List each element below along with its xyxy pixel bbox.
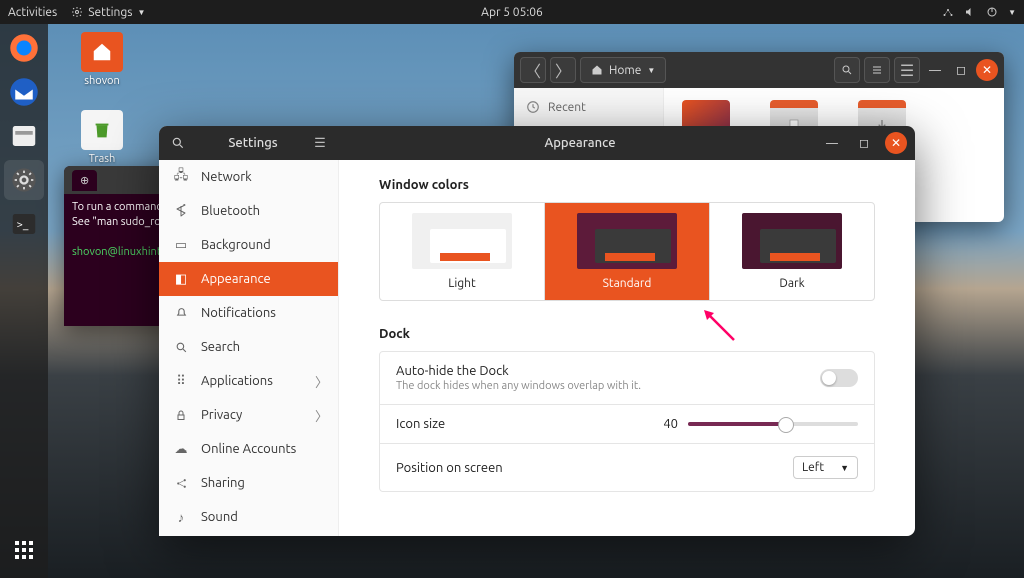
chevron-right-icon: 〉 (315, 372, 328, 391)
row-autohide: Auto-hide the Dock The dock hides when a… (379, 351, 875, 405)
section-window-colors: Window colors (379, 178, 875, 192)
search-button[interactable] (834, 57, 860, 83)
list-icon (871, 64, 883, 76)
dock-show-apps[interactable] (4, 530, 44, 570)
settings-window[interactable]: Settings ☰ Appearance — ◻ ✕ 🖧Network Blu… (159, 126, 915, 536)
row-iconsize: Icon size 40 (379, 405, 875, 444)
sidebar-item-bluetooth[interactable]: Bluetooth (159, 194, 338, 228)
search-icon (173, 339, 189, 355)
sidebar-item-applications[interactable]: ⠿Applications〉 (159, 364, 338, 398)
apps-icon: ⠿ (173, 373, 189, 389)
home-icon (91, 41, 113, 63)
section-dock: Dock (379, 327, 875, 341)
back-button[interactable]: 〈 (520, 57, 546, 83)
dock-firefox[interactable] (4, 28, 44, 68)
clock-icon (526, 100, 540, 114)
position-select[interactable]: Left ▼ (793, 456, 858, 479)
forward-button[interactable]: 〉 (550, 57, 576, 83)
theme-standard[interactable]: Standard (545, 203, 710, 300)
network-icon: 🖧 (173, 169, 189, 185)
search-icon (841, 64, 853, 76)
sidebar-item-notifications[interactable]: Notifications (159, 296, 338, 330)
close-button[interactable]: ✕ (976, 59, 998, 81)
settings-titlebar: Settings ☰ Appearance — ◻ ✕ (159, 126, 915, 160)
desktop-trash[interactable]: Trash (72, 110, 132, 165)
settings-hamburger[interactable]: ☰ (307, 130, 333, 156)
terminal-tab[interactable]: ⊕ (72, 170, 97, 191)
view-menu-button[interactable]: ☰ (894, 57, 920, 83)
sidebar-item-network[interactable]: 🖧Network (159, 160, 338, 194)
background-icon: ▭ (173, 237, 189, 253)
sidebar-item-background[interactable]: ▭Background (159, 228, 338, 262)
minimize-button[interactable]: — (821, 132, 843, 154)
dock-thunderbird[interactable] (4, 72, 44, 112)
app-menu[interactable]: Settings ▼ (71, 6, 145, 19)
dock-terminal[interactable]: >_ (4, 204, 44, 244)
bell-icon (173, 305, 189, 321)
volume-icon (964, 6, 976, 18)
sidebar-item-sharing[interactable]: Sharing (159, 466, 338, 500)
view-list-button[interactable] (864, 57, 890, 83)
desktop-home-folder[interactable]: shovon (72, 32, 132, 87)
sidebar-item-search[interactable]: Search (159, 330, 338, 364)
autohide-label: Auto-hide the Dock (396, 364, 641, 378)
theme-thumb-standard (577, 213, 677, 269)
theme-thumb-dark (742, 213, 842, 269)
sidebar-recent[interactable]: Recent (514, 94, 663, 120)
power-icon (986, 6, 998, 18)
svg-text:>_: >_ (17, 219, 29, 231)
settings-search-button[interactable] (165, 130, 191, 156)
cloud-icon: ☁ (173, 441, 189, 457)
bluetooth-icon (173, 203, 189, 219)
settings-content: Window colors Light Standard Dark Dock A… (339, 160, 915, 536)
files-headerbar: 〈 〉 Home ▼ ☰ — ◻ ✕ (514, 52, 1004, 88)
lock-icon (173, 407, 189, 423)
trash-icon (91, 119, 113, 141)
maximize-button[interactable]: ◻ (950, 59, 972, 81)
chevron-right-icon: 〉 (315, 406, 328, 425)
sidebar-item-privacy[interactable]: Privacy〉 (159, 398, 338, 432)
sidebar-item-appearance[interactable]: ◧Appearance (159, 262, 338, 296)
autohide-subtitle: The dock hides when any windows overlap … (396, 380, 641, 392)
position-label: Position on screen (396, 461, 503, 475)
iconsize-value: 40 (663, 417, 678, 431)
clock[interactable]: Apr 5 05:06 (481, 6, 543, 19)
settings-title: Settings (228, 136, 277, 150)
home-icon (591, 64, 603, 76)
share-icon (173, 475, 189, 491)
row-position: Position on screen Left ▼ (379, 444, 875, 492)
maximize-button[interactable]: ◻ (853, 132, 875, 154)
sidebar-item-online-accounts[interactable]: ☁Online Accounts (159, 432, 338, 466)
appearance-icon: ◧ (173, 271, 189, 287)
theme-thumb-light (412, 213, 512, 269)
gnome-topbar: Activities Settings ▼ Apr 5 05:06 ▼ (0, 0, 1024, 24)
theme-light[interactable]: Light (380, 203, 545, 300)
gear-icon (71, 6, 83, 18)
path-bar[interactable]: Home ▼ (580, 57, 666, 83)
sidebar-item-sound[interactable]: ♪Sound (159, 500, 338, 534)
chevron-down-icon: ▼ (840, 463, 849, 473)
theme-selector: Light Standard Dark (379, 202, 875, 301)
iconsize-label: Icon size (396, 417, 445, 431)
activities-button[interactable]: Activities (8, 6, 57, 19)
dock-settings[interactable] (4, 160, 44, 200)
apps-grid-icon (15, 541, 33, 559)
search-icon (171, 136, 185, 150)
close-button[interactable]: ✕ (885, 132, 907, 154)
status-area[interactable]: ▼ (942, 6, 1016, 18)
theme-dark[interactable]: Dark (710, 203, 874, 300)
settings-sidebar: 🖧Network Bluetooth ▭Background ◧Appearan… (159, 160, 339, 536)
sound-icon: ♪ (173, 509, 189, 525)
network-icon (942, 6, 954, 18)
autohide-switch[interactable] (820, 369, 858, 387)
dock: >_ (0, 24, 48, 578)
settings-panel-title: Appearance (339, 136, 821, 150)
minimize-button[interactable]: — (924, 59, 946, 81)
dock-files[interactable] (4, 116, 44, 156)
iconsize-slider[interactable] (688, 422, 858, 426)
